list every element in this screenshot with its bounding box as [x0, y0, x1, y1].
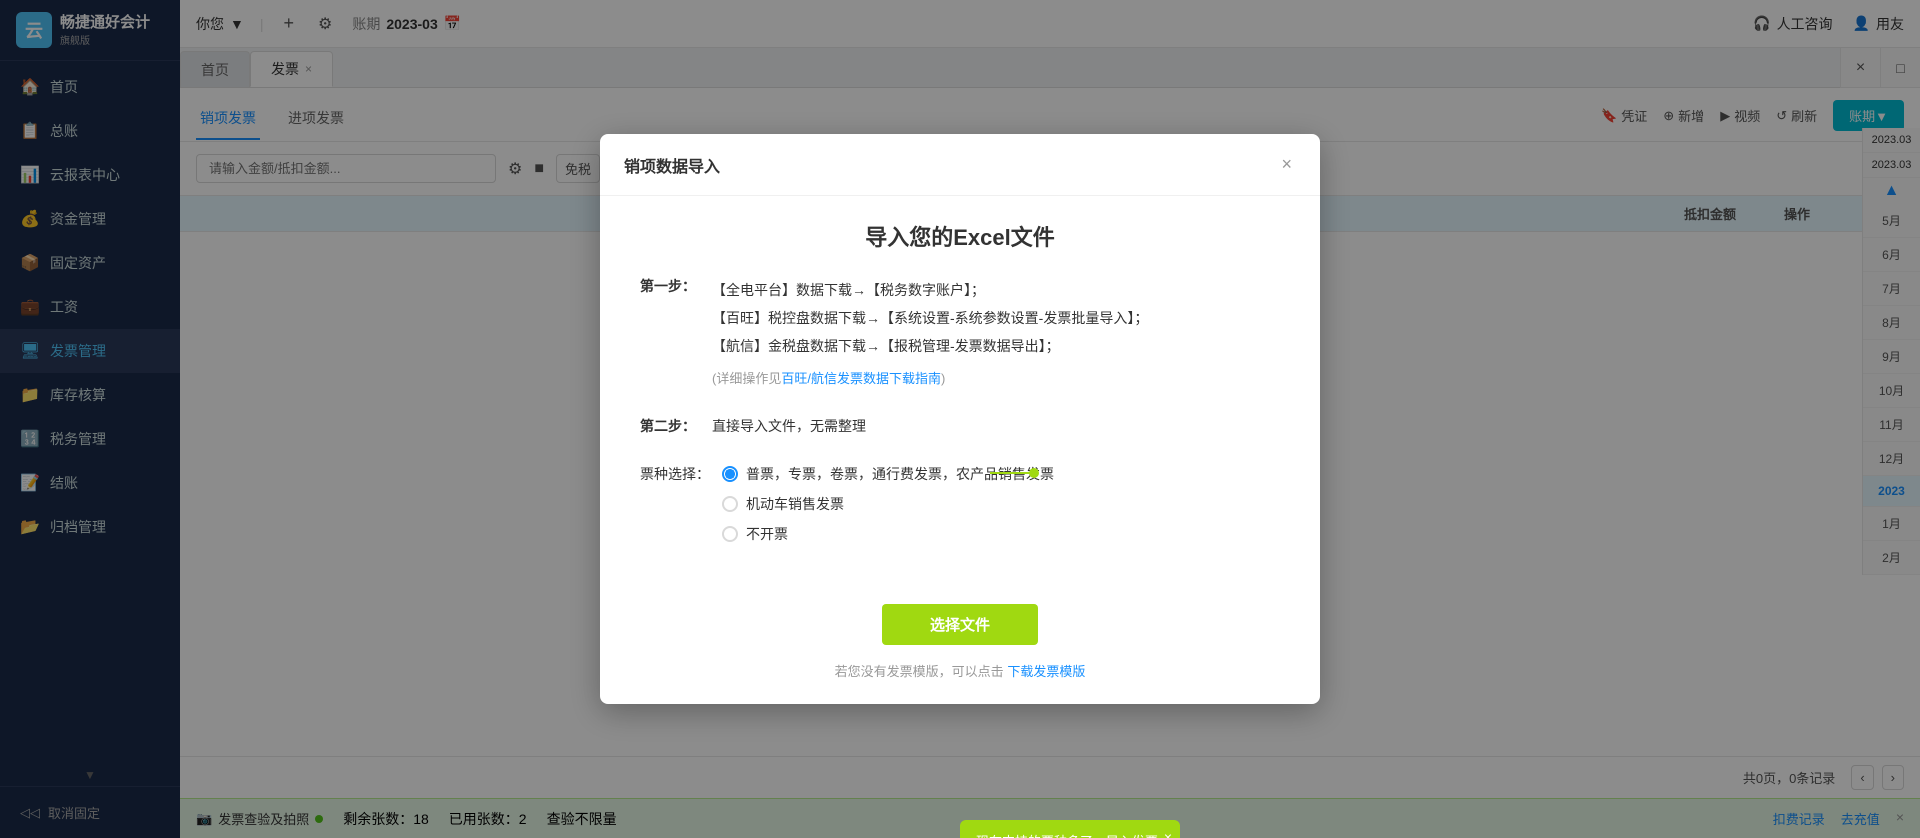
step1-line3: 【航信】金税盘数据下载→【报税管理-发票数据导出】； — [712, 332, 1148, 360]
step2-label: 第二步： — [640, 416, 696, 436]
modal-body: 导入您的Excel文件 第一步： 【全电平台】数据下载→【税务数字账户】； 【百… — [600, 196, 1320, 588]
ticket-label: 票种选择： — [640, 464, 710, 484]
radio-label-3: 不开票 — [746, 524, 788, 544]
tooltip-line — [990, 472, 1030, 474]
step1-note: (详细操作见百旺/航信发票数据下载指南) — [712, 364, 1148, 392]
download-template: 若您没有发票模版，可以点击 下载发票模版 — [835, 661, 1086, 680]
download-link[interactable]: 下载发票模版 — [1007, 664, 1085, 679]
modal-header: 销项数据导入 × — [600, 134, 1320, 196]
download-note: 若您没有发票模版，可以点击 — [835, 664, 1004, 679]
tooltip-box: × 现在支持的票种多了，导入发票时别忘了选择正确的发票类型呀！ — [960, 820, 1180, 838]
modal-close-btn[interactable]: × — [1277, 150, 1296, 179]
radio-option-3[interactable]: 不开票 — [722, 524, 1054, 544]
select-file-btn[interactable]: 选择文件 — [882, 604, 1038, 645]
guide-link[interactable]: 百旺/航信发票数据下载指南 — [781, 371, 941, 386]
radio-circle-1 — [722, 466, 738, 482]
modal-main-title: 导入您的Excel文件 — [640, 220, 1280, 252]
radio-circle-3 — [722, 526, 738, 542]
tooltip-connector — [990, 468, 1039, 478]
tooltip-container: × 现在支持的票种多了，导入发票时别忘了选择正确的发票类型呀！ — [1040, 430, 1260, 516]
step2-content: 直接导入文件，无需整理 — [704, 412, 866, 440]
radio-option-2[interactable]: 机动车销售发票 — [722, 494, 1054, 514]
step1-content: 【全电平台】数据下载→【税务数字账户】； 【百旺】税控盘数据下载→【系统设置-系… — [704, 276, 1148, 392]
modal-footer: 选择文件 若您没有发票模版，可以点击 下载发票模版 — [600, 588, 1320, 704]
radio-circle-2 — [722, 496, 738, 512]
tooltip-wrapper: × 现在支持的票种多了，导入发票时别忘了选择正确的发票类型呀！ — [1040, 430, 1260, 516]
tooltip-text: 现在支持的票种多了，导入发票时别忘了选择正确的发票类型呀！ — [976, 834, 1158, 838]
radio-label-2: 机动车销售发票 — [746, 494, 844, 514]
import-modal: 销项数据导入 × 导入您的Excel文件 第一步： 【全电平台】数据下载→【税务… — [600, 134, 1320, 704]
step1-label: 第一步： — [640, 276, 696, 384]
tooltip-close-btn[interactable]: × — [1164, 826, 1172, 838]
step1-line2: 【百旺】税控盘数据下载→【系统设置-系统参数设置-发票批量导入】； — [712, 304, 1148, 332]
step1-line1: 【全电平台】数据下载→【税务数字账户】； — [712, 276, 1148, 304]
modal-title: 销项数据导入 — [624, 153, 720, 177]
step1: 第一步： 【全电平台】数据下载→【税务数字账户】； 【百旺】税控盘数据下载→【系… — [640, 276, 1280, 392]
tooltip-dot — [1029, 468, 1039, 478]
